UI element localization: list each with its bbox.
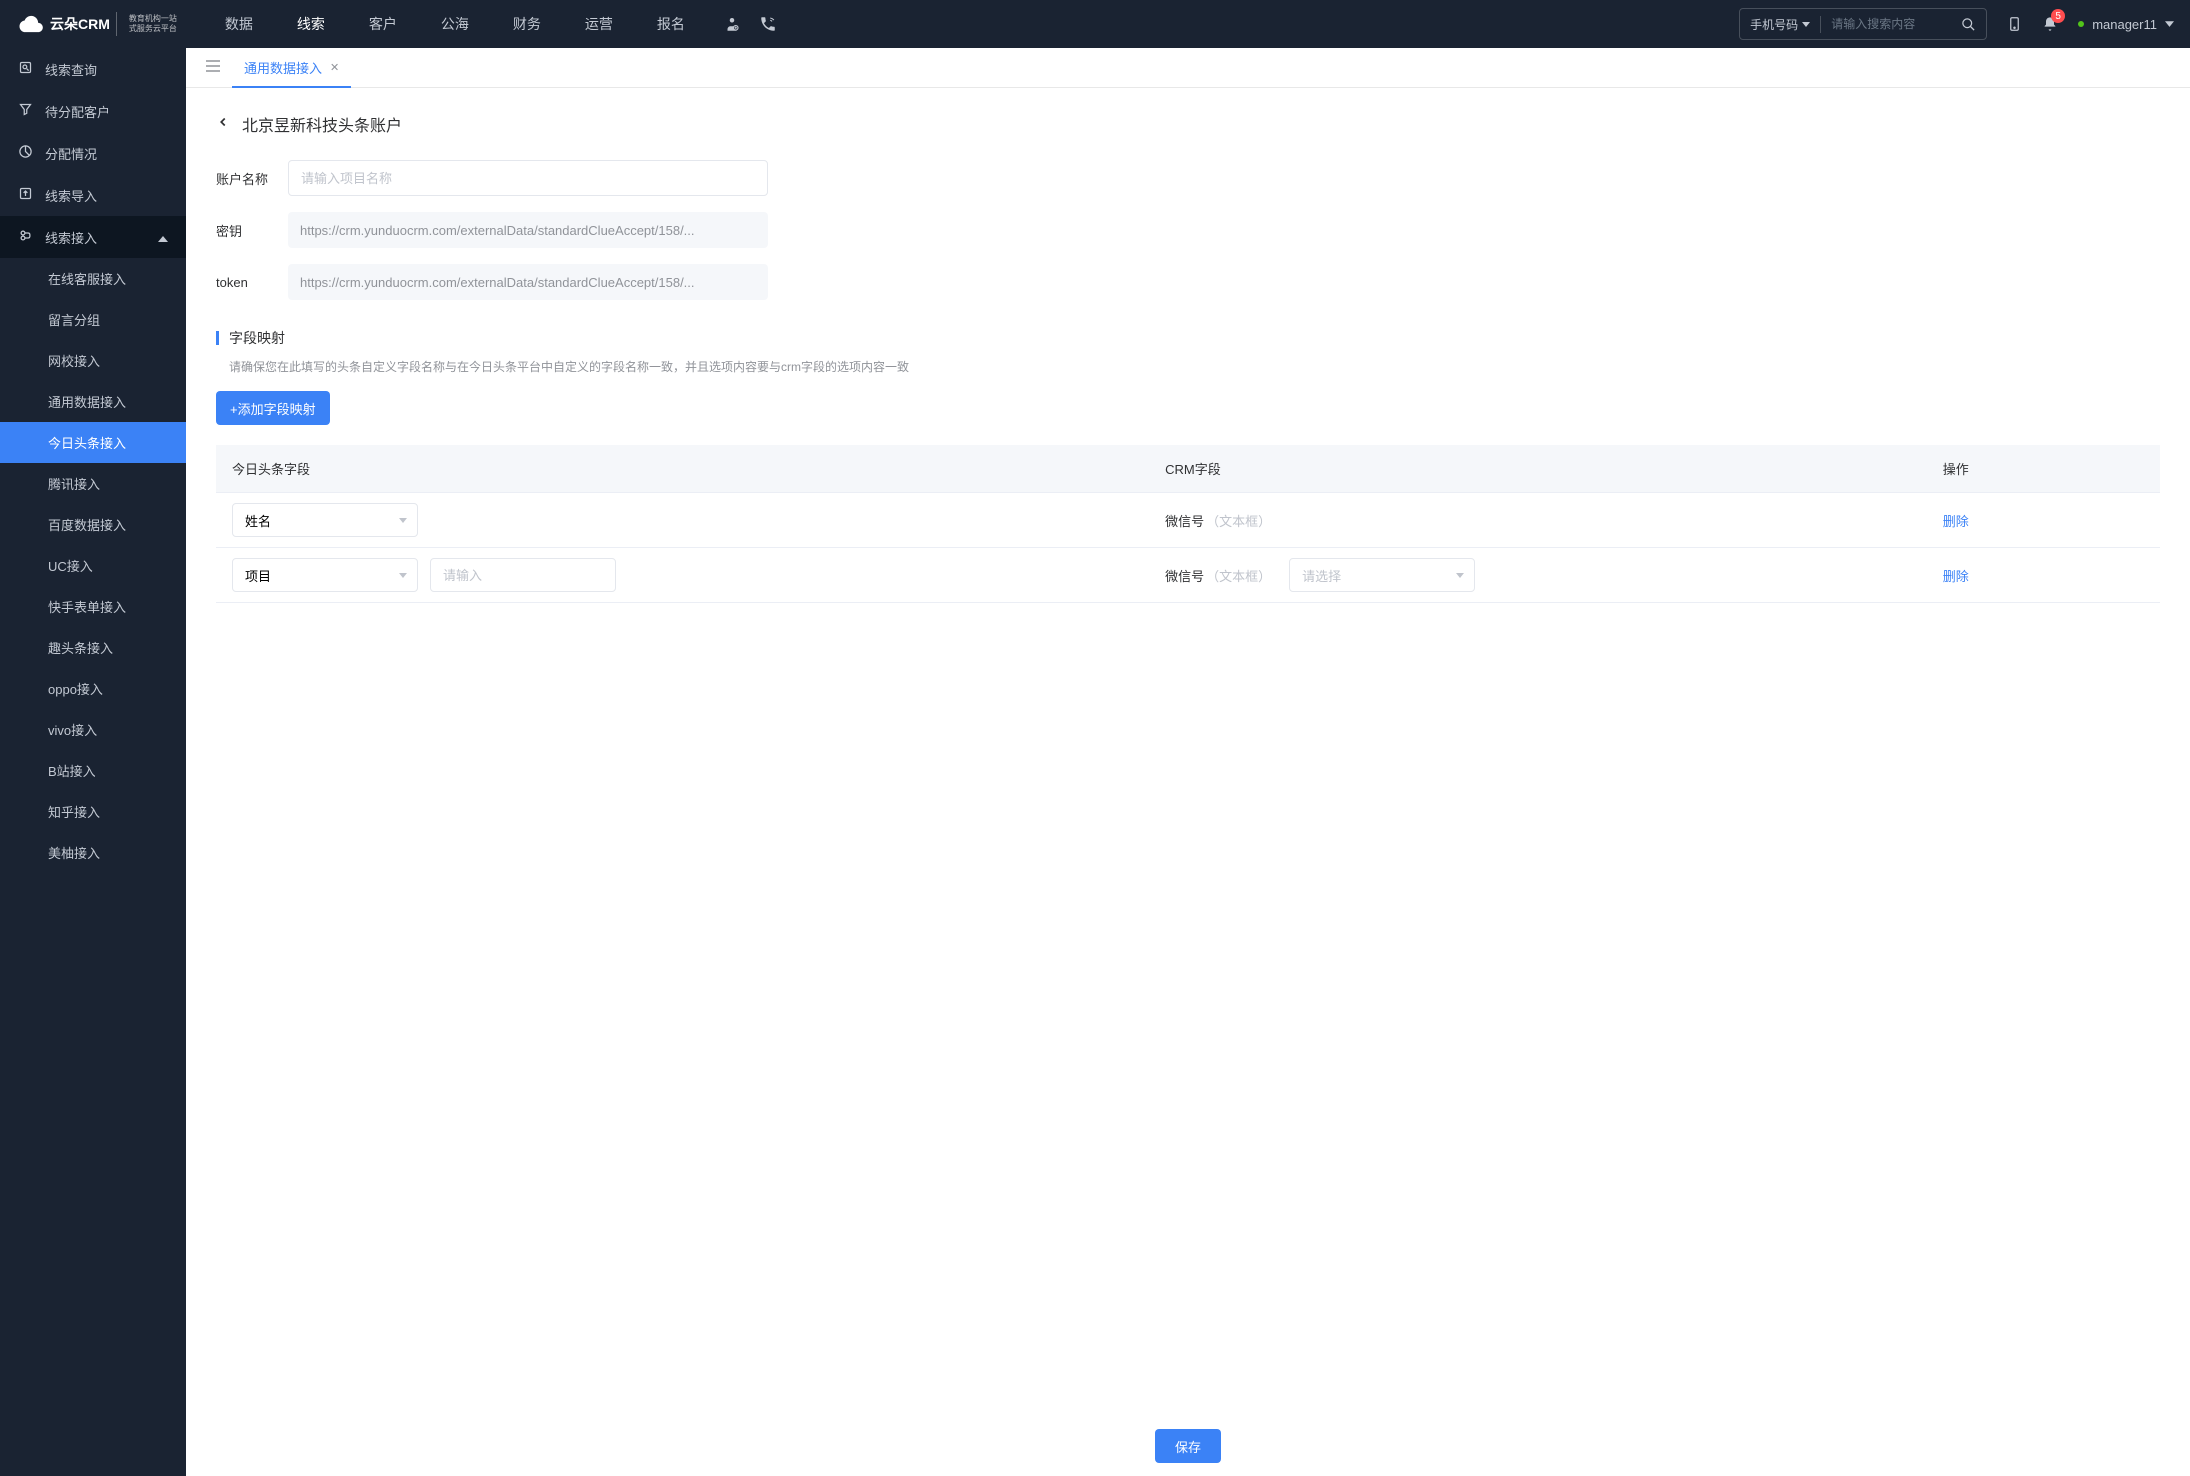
nav-item-5[interactable]: 运营 [567,0,631,48]
search-box: 手机号码 [1739,8,1987,40]
sidebar-sub-item-0[interactable]: 在线客服接入 [0,258,186,299]
sidebar-item-label: 线索接入 [45,228,97,247]
sidebar-sub-item-5[interactable]: 腾讯接入 [0,463,186,504]
sidebar-sub-item-12[interactable]: B站接入 [0,750,186,791]
nav-item-3[interactable]: 公海 [423,0,487,48]
search-type-dropdown[interactable]: 手机号码 [1740,16,1821,33]
sidebar-sub-item-3[interactable]: 通用数据接入 [0,381,186,422]
add-mapping-button[interactable]: +添加字段映射 [216,391,330,425]
section-description: 请确保您在此填写的头条自定义字段名称与在今日头条平台中自定义的字段名称一致，并且… [229,358,2160,375]
sidebar-item-1[interactable]: 待分配客户 [0,90,186,132]
sidebar-item-2[interactable]: 分配情况 [0,132,186,174]
crm-field-label: 微信号 [1165,569,1204,584]
cloud-logo-icon [16,10,44,38]
filter-icon [18,102,33,120]
token-value: https://crm.yunduocrm.com/externalData/s… [288,264,768,300]
phone-icon[interactable] [759,15,777,33]
logo-sub-2: 式服务云平台 [129,24,177,34]
back-button[interactable] [216,115,230,134]
nav-item-6[interactable]: 报名 [639,0,703,48]
crm-field-label: 微信号 [1165,514,1204,529]
nav-item-4[interactable]: 财务 [495,0,559,48]
delete-button[interactable]: 删除 [1943,514,1969,529]
sidebar-item-label: 待分配客户 [45,102,110,121]
account-name-label: 账户名称 [216,169,288,188]
nav-item-0[interactable]: 数据 [207,0,271,48]
section-bar-icon [216,331,219,345]
sidebar-item-label: 线索查询 [45,60,97,79]
notification-badge: 5 [2051,9,2065,23]
sidebar-item-3[interactable]: 线索导入 [0,174,186,216]
mapping-table: 今日头条字段 CRM字段 操作 姓名微信号（文本框）删除项目微信号（文本框）请选… [216,445,2160,603]
sidebar-sub-item-2[interactable]: 网校接入 [0,340,186,381]
tabs-collapse-icon[interactable] [194,59,232,77]
logo-text: 云朵CRM [50,14,110,34]
crm-field-hint: （文本框） [1206,569,1271,584]
notification-bell[interactable]: 5 [2042,15,2058,33]
crm-field-hint: （文本框） [1206,514,1271,529]
sidebar-item-label: 分配情况 [45,144,97,163]
status-dot-icon [2078,21,2084,27]
key-value: https://crm.yunduocrm.com/externalData/s… [288,212,768,248]
table-header-action: 操作 [1927,445,2160,493]
search-icon [18,60,33,78]
sidebar-sub-item-1[interactable]: 留言分组 [0,299,186,340]
search-button[interactable] [1951,9,1986,39]
toutiao-field-select[interactable]: 姓名 [232,503,418,537]
sidebar-sub-item-10[interactable]: oppo接入 [0,668,186,709]
key-label: 密钥 [216,221,288,240]
sidebar-sub-item-8[interactable]: 快手表单接入 [0,586,186,627]
sidebar-item-4[interactable]: 线索接入 [0,216,186,258]
table-row: 项目 微信号（文本框） 请选择 删除 [216,548,2160,603]
tabs-bar: 通用数据接入 ✕ [186,48,2190,88]
tab-0[interactable]: 通用数据接入 ✕ [232,48,351,88]
sidebar-item-label: 线索导入 [45,186,97,205]
search-input[interactable] [1821,9,1951,39]
sidebar-sub-item-7[interactable]: UC接入 [0,545,186,586]
main-nav: 数据线索客户公海财务运营报名 [207,0,703,48]
crm-field-select[interactable]: 请选择 [1289,558,1475,592]
sidebar-sub-item-9[interactable]: 趣头条接入 [0,627,186,668]
section-title: 字段映射 [229,328,285,348]
pie-icon [18,144,33,162]
plug-icon [18,228,33,246]
logo-divider [116,12,117,36]
toutiao-field-select[interactable]: 项目 [232,558,418,592]
table-header-crm: CRM字段 [1149,445,1927,493]
table-row: 姓名 微信号（文本框） 删除 [216,493,2160,548]
token-label: token [216,275,288,290]
chevron-up-icon [158,230,168,245]
top-header: 云朵CRM 教育机构一站 式服务云平台 数据线索客户公海财务运营报名 手机号码 [0,0,2190,48]
tab-label: 通用数据接入 [244,58,322,77]
account-name-input[interactable] [288,160,768,196]
sidebar-sub-item-13[interactable]: 知乎接入 [0,791,186,832]
logo: 云朵CRM 教育机构一站 式服务云平台 [16,10,177,38]
mobile-icon[interactable] [2007,15,2022,33]
nav-item-1[interactable]: 线索 [279,0,343,48]
nav-item-2[interactable]: 客户 [351,0,415,48]
sidebar-sub-item-11[interactable]: vivo接入 [0,709,186,750]
close-icon[interactable]: ✕ [330,61,339,74]
sidebar-item-0[interactable]: 线索查询 [0,48,186,90]
page-title: 北京昱新科技头条账户 [242,112,402,136]
sidebar: 线索查询待分配客户分配情况线索导入线索接入在线客服接入留言分组网校接入通用数据接… [0,48,186,1476]
sidebar-sub-item-4[interactable]: 今日头条接入 [0,422,186,463]
user-menu[interactable]: manager11 [2078,17,2174,32]
sidebar-sub-item-14[interactable]: 美柚接入 [0,832,186,873]
export-icon [18,186,33,204]
delete-button[interactable]: 删除 [1943,569,1969,584]
save-button[interactable]: 保存 [1155,1429,1221,1463]
logo-sub-1: 教育机构一站 [129,14,177,24]
sidebar-sub-item-6[interactable]: 百度数据接入 [0,504,186,545]
extra-input[interactable] [430,558,616,592]
table-header-toutiao: 今日头条字段 [216,445,1149,493]
user-add-icon[interactable] [723,15,741,33]
user-name: manager11 [2092,17,2157,32]
